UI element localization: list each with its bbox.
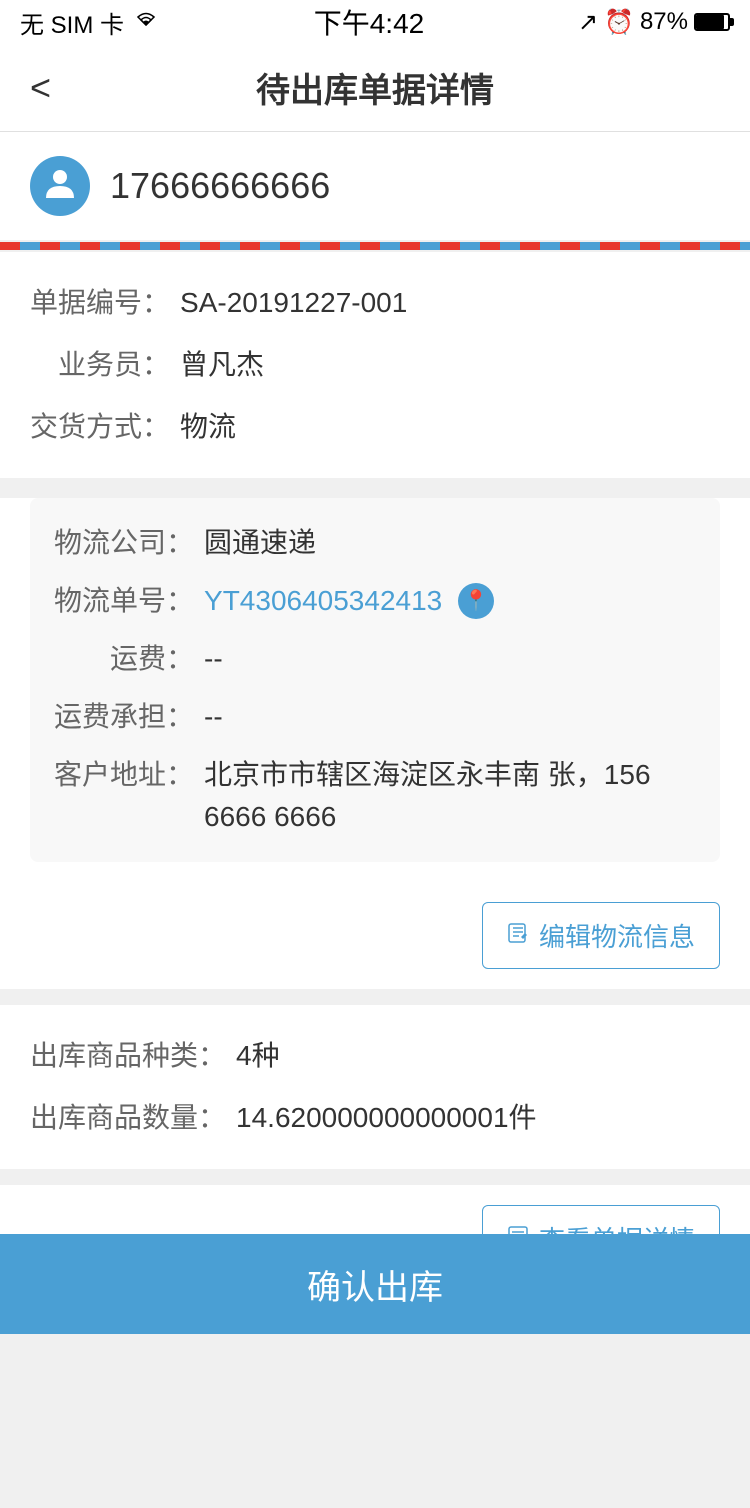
spacer: [0, 1308, 750, 1508]
edit-icon: [507, 922, 529, 950]
tracking-no-value: YT4306405342413: [204, 580, 442, 622]
freight-row: 运费： --: [54, 638, 696, 680]
types-label: 出库商品种类：: [30, 1035, 236, 1077]
company-value: 圆通速递: [204, 522, 696, 564]
company-row: 物流公司： 圆通速递: [54, 522, 696, 564]
dashed-divider: [0, 242, 750, 250]
logistics-card: 物流公司： 圆通速递 物流单号： YT4306405342413 运费： -- …: [30, 498, 720, 862]
quantity-value: 14.620000000000001件: [236, 1097, 720, 1139]
types-row: 出库商品种类： 4种: [30, 1035, 720, 1077]
address-label: 客户地址：: [54, 754, 204, 796]
battery-percentage: 87%: [640, 8, 688, 36]
stats-section: 出库商品种类： 4种 出库商品数量： 14.620000000000001件: [0, 1005, 750, 1169]
status-left: 无 SIM 卡: [20, 5, 160, 40]
user-icon: [42, 164, 78, 208]
freight-bearer-label: 运费承担：: [54, 696, 204, 738]
freight-label: 运费：: [54, 638, 204, 680]
customer-phone: 17666666666: [110, 165, 330, 207]
map-location-icon[interactable]: [458, 583, 494, 619]
customer-section: 17666666666: [0, 132, 750, 240]
order-no-label: 单据编号：: [30, 282, 180, 324]
confirm-outbound-button[interactable]: 确认出库: [0, 1234, 750, 1334]
freight-bearer-row: 运费承担： --: [54, 696, 696, 738]
avatar: [30, 156, 90, 216]
battery-icon: [694, 13, 730, 31]
tracking-no-container: YT4306405342413: [204, 580, 494, 622]
company-label: 物流公司：: [54, 522, 204, 564]
edit-logistics-button[interactable]: 编辑物流信息: [482, 902, 720, 969]
order-no-value: SA-20191227-001: [180, 282, 720, 324]
page-title: 待出库单据详情: [256, 63, 494, 112]
salesman-row: 业务员： 曾凡杰: [30, 344, 720, 386]
delivery-value: 物流: [180, 406, 720, 448]
types-value: 4种: [236, 1035, 720, 1077]
address-row: 客户地址： 北京市市辖区海淀区永丰南 张，156 6666 6666: [54, 754, 696, 838]
carrier-text: 无 SIM 卡: [20, 5, 124, 40]
salesman-value: 曾凡杰: [180, 344, 720, 386]
order-info-section: 单据编号： SA-20191227-001 业务员： 曾凡杰 交货方式： 物流: [0, 252, 750, 478]
delivery-row: 交货方式： 物流: [30, 406, 720, 448]
quantity-label: 出库商品数量：: [30, 1097, 236, 1139]
quantity-row: 出库商品数量： 14.620000000000001件: [30, 1097, 720, 1139]
delivery-label: 交货方式：: [30, 406, 180, 448]
tracking-row: 物流单号： YT4306405342413: [54, 580, 696, 622]
salesman-label: 业务员：: [30, 344, 180, 386]
tracking-no-label: 物流单号：: [54, 580, 204, 622]
edit-btn-container: 编辑物流信息: [0, 882, 750, 989]
freight-bearer-value: --: [204, 696, 696, 738]
confirm-label: 确认出库: [307, 1260, 443, 1309]
nav-bar: < 待出库单据详情: [0, 44, 750, 132]
edit-logistics-label: 编辑物流信息: [539, 917, 695, 954]
wifi-icon: [132, 8, 160, 36]
back-button[interactable]: <: [30, 67, 51, 109]
location-status-icon: ↗: [578, 8, 598, 37]
status-right: ↗ ⏰ 87%: [578, 8, 730, 37]
clock-status-icon: ⏰: [604, 8, 634, 37]
address-value: 北京市市辖区海淀区永丰南 张，156 6666 6666: [204, 754, 696, 838]
logistics-full-section: 物流公司： 圆通速递 物流单号： YT4306405342413 运费： -- …: [0, 498, 750, 989]
order-no-row: 单据编号： SA-20191227-001: [30, 282, 720, 324]
freight-value: --: [204, 638, 696, 680]
status-time: 下午4:42: [314, 2, 425, 42]
status-bar: 无 SIM 卡 下午4:42 ↗ ⏰ 87%: [0, 0, 750, 44]
